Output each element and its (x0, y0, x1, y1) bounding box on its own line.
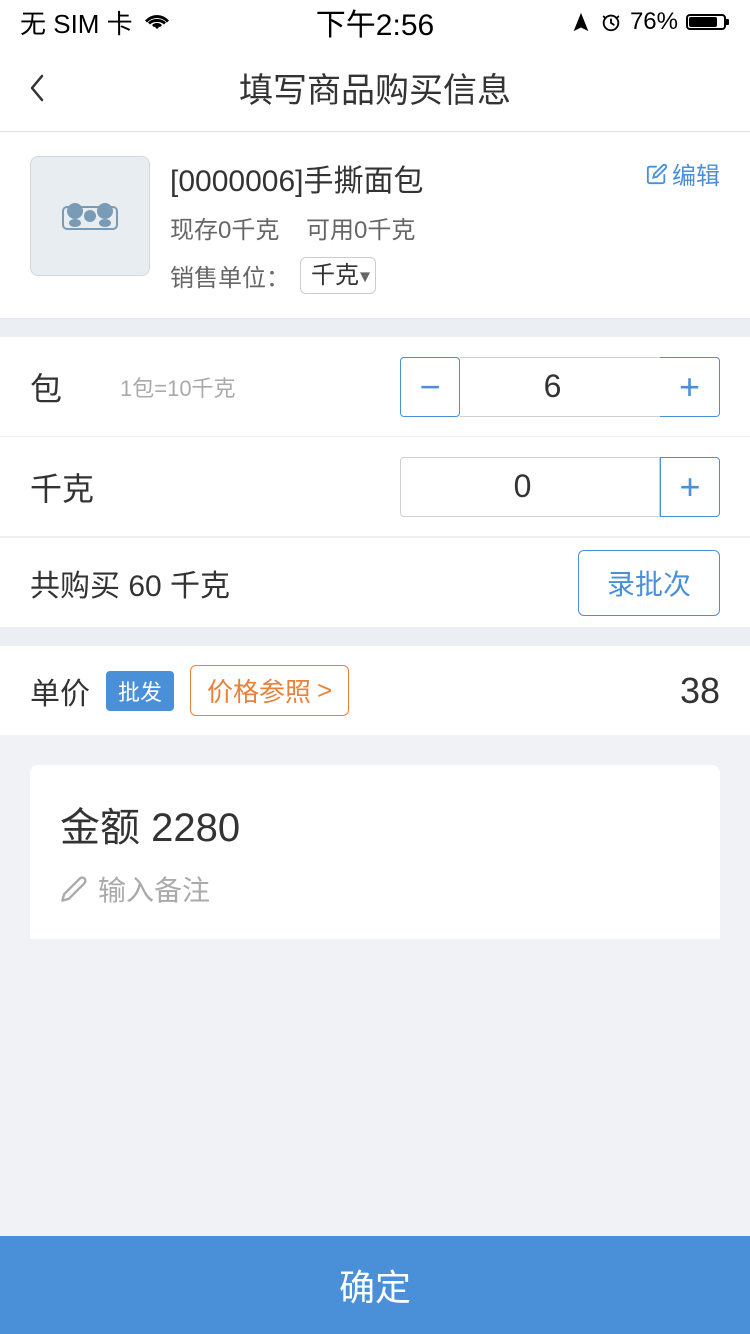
amount-value: 金额 2280 (60, 806, 240, 850)
remark-placeholder: 输入备注 (98, 869, 210, 909)
kg-quantity-input[interactable] (400, 457, 660, 517)
available-label: 可用0千克 (306, 217, 415, 244)
amount-section: 金额 2280 输入备注 (0, 735, 750, 939)
price-label: 单价 (30, 669, 90, 713)
kg-input-row: 千克 + (0, 437, 750, 537)
empty-area (0, 939, 750, 1199)
kg-increment-button[interactable]: + (660, 457, 720, 517)
product-stock: 现存0千克 可用0千克 (170, 210, 720, 245)
package-label: 包 (30, 364, 110, 410)
product-name-row: [0000006]手撕面包 编辑 (170, 156, 720, 200)
battery-icon (686, 11, 730, 33)
package-quantity-input[interactable] (460, 357, 660, 417)
price-section: 单价 批发 价格参照 > 38 (0, 645, 750, 735)
package-quantity-control: − + (400, 357, 720, 417)
confirm-button[interactable]: 确定 (0, 1236, 750, 1334)
battery-label: 76% (630, 8, 678, 36)
kg-label: 千克 (30, 464, 110, 510)
input-section: 包 1包=10千克 − + 千克 + 共购买 60 千克 录批次 (0, 337, 750, 627)
edit-button[interactable]: 编辑 (646, 156, 720, 191)
back-button[interactable] (24, 66, 52, 110)
alarm-icon (600, 11, 622, 33)
package-input-row: 包 1包=10千克 − + (0, 337, 750, 437)
status-time: 下午2:56 (316, 0, 434, 44)
nav-bar: 填写商品购买信息 (0, 44, 750, 132)
edit-label: 编辑 (672, 156, 720, 191)
status-left: 无 SIM 卡 (20, 4, 173, 41)
wifi-icon (141, 11, 173, 33)
product-thumbnail (30, 156, 150, 276)
product-full-name: [0000006]手撕面包 (170, 156, 646, 200)
status-right: 76% (570, 8, 730, 36)
price-ref-arrow: > (317, 675, 332, 706)
amount-label: 金额 (60, 806, 140, 850)
unit-select[interactable]: 千克 (300, 257, 376, 294)
page-title: 填写商品购买信息 (239, 63, 511, 112)
price-reference-button[interactable]: 价格参照 > (190, 665, 349, 716)
package-decrement-button[interactable]: − (400, 357, 460, 417)
pencil-icon (60, 875, 88, 903)
product-info: [0000006]手撕面包 编辑 现存0千克 可用0千克 销售单位： 千克 (170, 156, 720, 294)
kg-quantity-control: + (400, 457, 720, 517)
package-sublabel: 1包=10千克 (120, 371, 400, 403)
unit-label: 销售单位： (170, 258, 290, 293)
section-divider-2 (0, 627, 750, 645)
location-icon (570, 11, 592, 33)
amount-row: 金额 2280 输入备注 (30, 765, 720, 939)
product-unit-row: 销售单位： 千克 (170, 257, 720, 294)
record-batch-button[interactable]: 录批次 (578, 550, 720, 616)
unit-select-wrapper[interactable]: 千克 (300, 257, 376, 294)
carrier-label: 无 SIM 卡 (20, 4, 133, 41)
status-bar: 无 SIM 卡 下午2:56 76% (0, 0, 750, 44)
summary-text: 共购买 60 千克 (30, 561, 578, 605)
section-divider-1 (0, 319, 750, 337)
stock-label: 现存0千克 (170, 217, 279, 244)
remark-row[interactable]: 输入备注 (60, 869, 690, 909)
product-card: [0000006]手撕面包 编辑 现存0千克 可用0千克 销售单位： 千克 (0, 132, 750, 319)
package-increment-button[interactable]: + (660, 357, 720, 417)
price-value: 38 (680, 670, 720, 712)
price-tag-batch: 批发 (106, 671, 174, 711)
summary-row: 共购买 60 千克 录批次 (0, 537, 750, 627)
price-ref-label: 价格参照 (207, 672, 311, 709)
amount-number: 2280 (151, 806, 240, 850)
